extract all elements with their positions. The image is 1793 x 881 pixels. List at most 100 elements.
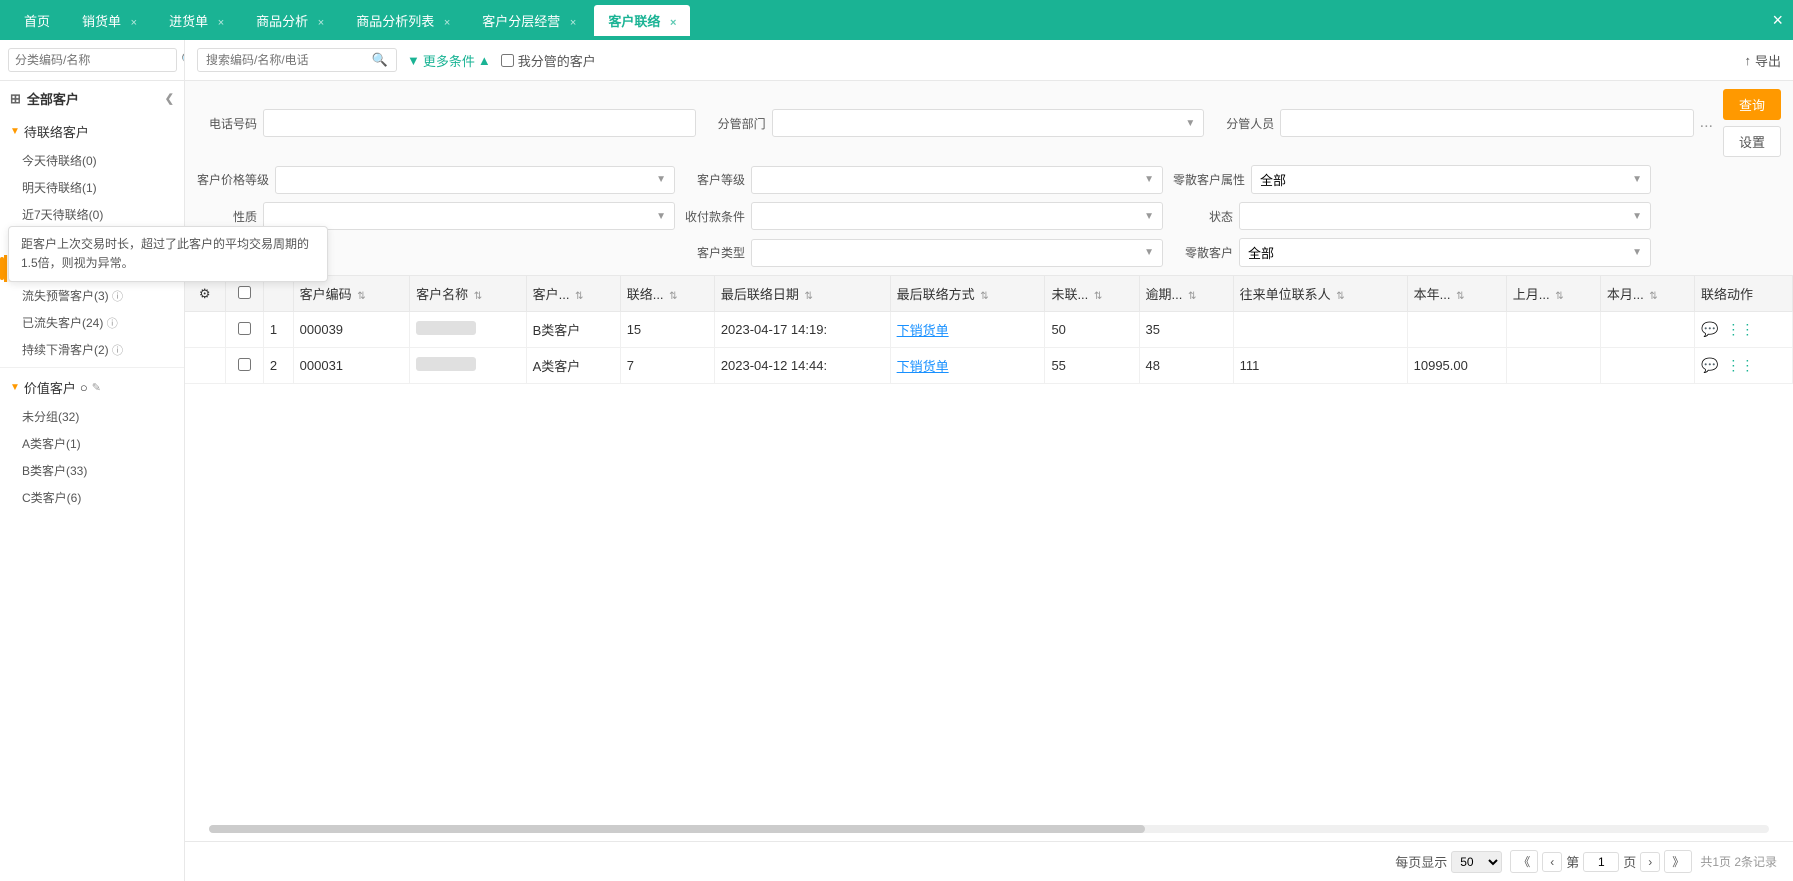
page-suffix: 页 [1623, 852, 1636, 871]
sidebar-item-classC[interactable]: C类客户(6) [0, 484, 184, 511]
filter-status-field: 状态 ▼ [1173, 202, 1651, 230]
prev-page-button[interactable]: ‹ [1542, 852, 1562, 872]
filter-price-level-field: 客户价格等级 ▼ [197, 166, 675, 194]
filter-scatter-attr-select[interactable]: 全部 ▼ [1251, 165, 1651, 194]
payment-arrow-icon: ▼ [1144, 211, 1154, 222]
filter-manager-dots[interactable]: ... [1700, 114, 1713, 132]
tab-customer-contact[interactable]: 客户联络 × [594, 5, 690, 36]
th-unit-contact[interactable]: 往来单位联系人 ⇅ [1233, 276, 1407, 312]
sidebar-item-declining[interactable]: 持续下滑客户(2) ⓘ [0, 336, 184, 363]
th-customer-type[interactable]: 客户... ⇅ [526, 276, 620, 312]
sidebar-item-lostwarning[interactable]: 流失预警客户(3) ⓘ [0, 282, 184, 309]
th-last-contact-method[interactable]: 最后联络方式 ⇅ [890, 276, 1045, 312]
last-page-button[interactable]: 》 [1664, 850, 1692, 873]
filter-price-select[interactable]: ▼ [275, 166, 675, 194]
per-page-select[interactable]: 50 100 200 [1451, 851, 1502, 873]
td-unit-1 [1233, 312, 1407, 348]
td-check-2[interactable] [225, 348, 263, 384]
th-this-month[interactable]: 本月... ⇅ [1600, 276, 1694, 312]
sidebar-section-label: 全部客户 [27, 89, 79, 108]
my-customer-checkbox[interactable] [501, 54, 514, 67]
search-icon[interactable]: 🔍 [372, 52, 388, 68]
filter-row-4: ... 客户类型 ▼ 零散客户 全部 ▼ [197, 238, 1781, 267]
close-sales-icon[interactable]: × [131, 17, 137, 29]
filter-manager-select[interactable] [1280, 109, 1693, 137]
export-button[interactable]: ↑ 导出 [1744, 51, 1781, 70]
next-page-button[interactable]: › [1640, 852, 1660, 872]
close-all-tabs-button[interactable]: × [1772, 10, 1783, 31]
filter-dept-select[interactable]: ▼ [772, 109, 1205, 137]
th-customer-name[interactable]: 客户名称 ⇅ [410, 276, 526, 312]
filter-scatter-customer-select[interactable]: 全部 ▼ [1239, 238, 1651, 267]
sidebar-group2-title[interactable]: ▼ 价值客户 ○ ✎ [0, 372, 184, 403]
filter-icon: ▼ [407, 53, 420, 68]
th-last-contact-date[interactable]: 最后联络日期 ⇅ [714, 276, 890, 312]
more-conditions-button[interactable]: ▼ 更多条件 ▲ [407, 51, 491, 70]
th-overdue[interactable]: 逾期... ⇅ [1139, 276, 1233, 312]
edit-icon[interactable]: ○ [80, 380, 88, 395]
close-purchase-icon[interactable]: × [218, 17, 224, 29]
sidebar-search-input[interactable] [8, 48, 177, 72]
td-check-1[interactable] [225, 312, 263, 348]
action-more-icon-1[interactable]: ⋮⋮ [1726, 321, 1754, 338]
filter-form: 电话号码 分管部门 ▼ 分管人员 ... [185, 81, 1793, 276]
close-product-analysis-icon[interactable]: × [318, 17, 324, 29]
sort-icon-thismonth: ⇅ [1649, 291, 1657, 302]
filter-customer-type-select[interactable]: ▼ [751, 239, 1163, 267]
td-contact-2: 7 [620, 348, 714, 384]
per-page-selector: 每页显示 50 100 200 [1395, 851, 1502, 873]
tab-sales[interactable]: 销货单 × [68, 5, 151, 36]
customer-level-arrow-icon: ▼ [1144, 174, 1154, 185]
filter-customer-level-select[interactable]: ▼ [751, 166, 1163, 194]
sort-icon-overdue: ⇅ [1188, 291, 1196, 302]
row1-checkbox[interactable] [238, 322, 251, 335]
filter-phone-input[interactable] [263, 109, 696, 137]
th-this-year[interactable]: 本年... ⇅ [1407, 276, 1506, 312]
close-customer-contact-icon[interactable]: × [670, 17, 676, 29]
tab-home[interactable]: 首页 [10, 5, 64, 36]
td-method-2[interactable]: 下销货单 [890, 348, 1045, 384]
tooltip-repurchase: 距客户上次交易时长，超过了此客户的平均交易周期的1.5倍，则视为异常。 [8, 226, 328, 282]
tab-customer-tier[interactable]: 客户分层经营 × [468, 5, 590, 36]
setting-button[interactable]: 设置 [1723, 126, 1781, 157]
th-contact-count[interactable]: 联络... ⇅ [620, 276, 714, 312]
scroll-thumb[interactable] [209, 825, 1145, 833]
first-page-button[interactable]: 《 [1510, 850, 1538, 873]
td-method-1[interactable]: 下销货单 [890, 312, 1045, 348]
sidebar-item-classB[interactable]: B类客户(33) [0, 457, 184, 484]
horizontal-scrollbar[interactable] [209, 825, 1769, 833]
query-button[interactable]: 查询 [1723, 89, 1781, 120]
action-more-icon-2[interactable]: ⋮⋮ [1726, 357, 1754, 374]
sidebar-item-ungroup[interactable]: 未分组(32) [0, 403, 184, 430]
th-uncontacted[interactable]: 未联... ⇅ [1045, 276, 1139, 312]
filter-status-select[interactable]: ▼ [1239, 202, 1651, 230]
close-customer-tier-icon[interactable]: × [570, 17, 576, 29]
tab-product-analysis-list[interactable]: 商品分析列表 × [342, 5, 464, 36]
page-input[interactable] [1583, 852, 1619, 872]
search-input[interactable] [206, 53, 368, 67]
sidebar-item-classA[interactable]: A类客户(1) [0, 430, 184, 457]
method-link-2[interactable]: 下销货单 [897, 359, 949, 374]
select-all-checkbox[interactable] [238, 286, 251, 299]
sidebar-item-today-pending[interactable]: 今天待联络(0) [0, 147, 184, 174]
action-icons-1: 💬 ⋮⋮ [1701, 321, 1786, 338]
action-chat-icon-1[interactable]: 💬 [1701, 321, 1718, 338]
sidebar-collapse-icon[interactable]: ❮ [165, 92, 174, 105]
method-link-1[interactable]: 下销货单 [897, 323, 949, 338]
sidebar-item-7days-pending[interactable]: 近7天待联络(0) [0, 201, 184, 228]
sidebar-group-title-pending[interactable]: ▼ 待联络客户 [0, 116, 184, 147]
action-chat-icon-2[interactable]: 💬 [1701, 357, 1718, 374]
row2-checkbox[interactable] [238, 358, 251, 371]
sidebar-item-tomorrow-pending[interactable]: 明天待联络(1) [0, 174, 184, 201]
tab-product-analysis[interactable]: 商品分析 × [242, 5, 338, 36]
pencil-icon[interactable]: ✎ [92, 381, 101, 394]
tab-purchase[interactable]: 进货单 × [155, 5, 238, 36]
th-last-month[interactable]: 上月... ⇅ [1506, 276, 1600, 312]
filter-payment-select[interactable]: ▼ [751, 202, 1163, 230]
sidebar-all-customers[interactable]: ⊞ 全部客户 ❮ [0, 81, 184, 116]
my-customer-checkbox-wrap[interactable]: 我分管的客户 [501, 51, 596, 70]
gear-icon[interactable]: ⚙ [199, 286, 211, 301]
close-product-list-icon[interactable]: × [444, 17, 450, 29]
sidebar-item-lost[interactable]: 已流失客户(24) ⓘ [0, 309, 184, 336]
customer-name-blur-2 [416, 357, 476, 371]
